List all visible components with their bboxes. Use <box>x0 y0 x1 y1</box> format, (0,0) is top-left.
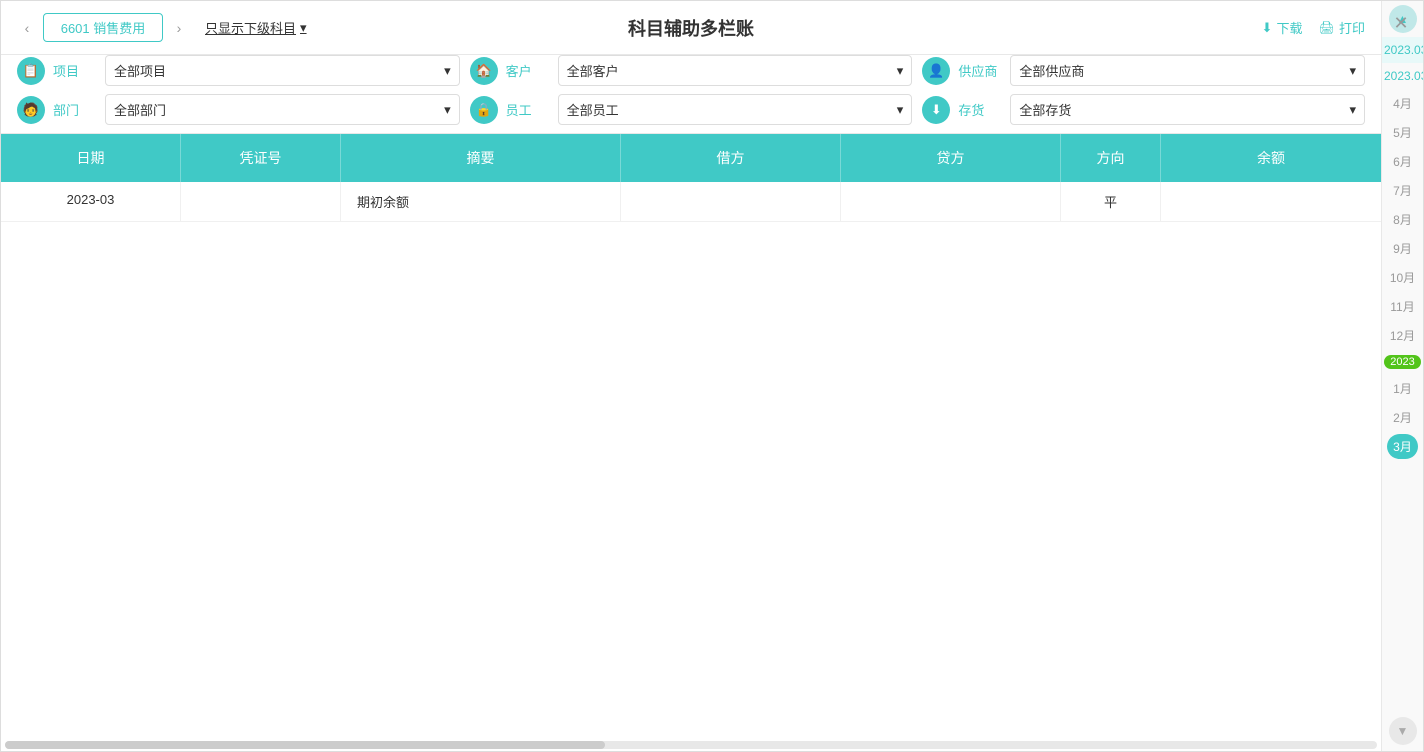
supplier-select[interactable]: 全部供应商 ▾ <box>1010 55 1365 86</box>
sidebar-period-11[interactable]: 11月 <box>1382 292 1423 321</box>
sidebar-period-6[interactable]: 6月 <box>1382 147 1423 176</box>
customer-select[interactable]: 全部客户 ▾ <box>558 55 913 86</box>
filter-row-1: 📋 项目 全部项目 ▾ 🏠 客户 全部客户 ▾ 👤 供应商 <box>1 55 1381 94</box>
stock-icon: ⬇ <box>922 96 950 124</box>
customer-select-arrow: ▾ <box>897 63 904 79</box>
sidebar-period-3-selected[interactable]: 3月 <box>1387 434 1418 459</box>
col-date: 日期 <box>1 134 181 182</box>
nav-prev-arrow[interactable]: ‹ <box>17 18 37 38</box>
sidebar-period-2[interactable]: 2月 <box>1382 403 1423 432</box>
supplier-select-value: 全部供应商 <box>1019 61 1084 80</box>
project-select-arrow: ▾ <box>444 63 451 79</box>
col-direction: 方向 <box>1061 134 1161 182</box>
employee-icon: 🔒 <box>470 96 498 124</box>
table-container: 日期 凭证号 摘要 借方 贷方 方向 余额 2023-03 期初余额 平 <box>1 133 1381 752</box>
employee-select[interactable]: 全部员工 ▾ <box>558 94 913 125</box>
customer-icon: 🏠 <box>470 57 498 85</box>
department-select-arrow: ▾ <box>444 102 451 118</box>
row-credit <box>841 182 1061 221</box>
project-icon: 📋 <box>17 57 45 85</box>
sidebar-year-badge: 2023 <box>1384 353 1420 371</box>
right-sidebar: ▲ 2023.03 2023.03 4月 5月 6月 7月 8月 9月 10月 … <box>1381 1 1423 751</box>
table-row: 2023-03 期初余额 平 <box>1 182 1381 222</box>
employee-select-arrow: ▾ <box>897 102 904 118</box>
employee-label: 员工 <box>506 100 546 119</box>
stock-select[interactable]: 全部存货 ▾ <box>1010 94 1365 125</box>
main-content: ✕ ‹ 6601 销售费用 › 只显示下级科目 ▾ 科目辅助多栏账 ⬇ 下载 🖨 <box>1 1 1381 752</box>
col-voucher: 凭证号 <box>181 134 341 182</box>
nav-next-arrow[interactable]: › <box>169 18 189 38</box>
print-button[interactable]: 🖨 打印 <box>1318 18 1365 37</box>
row-debit <box>621 182 841 221</box>
stock-select-value: 全部存货 <box>1019 100 1071 119</box>
stock-label: 存货 <box>958 100 998 119</box>
row-voucher <box>181 182 341 221</box>
department-icon: 🧑 <box>17 96 45 124</box>
filter-row-2: 🧑 部门 全部部门 ▾ 🔒 员工 全部员工 ▾ ⬇ 存货 <box>1 94 1381 133</box>
filter-department: 🧑 部门 全部部门 ▾ <box>17 94 460 125</box>
scroll-thumb[interactable] <box>5 741 605 749</box>
department-select[interactable]: 全部部门 ▾ <box>105 94 460 125</box>
sidebar-period-8[interactable]: 8月 <box>1382 205 1423 234</box>
stock-select-arrow: ▾ <box>1349 102 1356 118</box>
show-sub-dropdown[interactable]: 只显示下级科目 ▾ <box>205 18 307 37</box>
header: ‹ 6601 销售费用 › 只显示下级科目 ▾ 科目辅助多栏账 ⬇ 下载 🖨 打… <box>1 1 1381 55</box>
header-actions: ⬇ 下载 🖨 打印 <box>1262 18 1365 37</box>
sidebar-period-5[interactable]: 5月 <box>1382 118 1423 147</box>
print-label: 打印 <box>1339 18 1365 37</box>
horizontal-scrollbar[interactable] <box>1 737 1381 751</box>
download-button[interactable]: ⬇ 下载 <box>1262 18 1303 37</box>
col-credit: 贷方 <box>841 134 1061 182</box>
show-sub-label: 只显示下级科目 <box>205 18 296 37</box>
show-sub-arrow-icon: ▾ <box>300 20 307 36</box>
row-date: 2023-03 <box>1 182 181 221</box>
sidebar-period-12[interactable]: 12月 <box>1382 321 1423 350</box>
filter-supplier: 👤 供应商 全部供应商 ▾ <box>922 55 1365 86</box>
sidebar-period-2023-03-1[interactable]: 2023.03 <box>1382 37 1423 63</box>
sidebar-period-7[interactable]: 7月 <box>1382 176 1423 205</box>
row-direction: 平 <box>1061 182 1161 221</box>
close-button[interactable]: ✕ <box>1389 11 1413 35</box>
table-body: 2023-03 期初余额 平 <box>1 182 1381 222</box>
customer-label: 客户 <box>506 61 546 80</box>
sidebar-period-2023-03-2[interactable]: 2023.03 <box>1382 63 1423 89</box>
sidebar-period-10[interactable]: 10月 <box>1382 263 1423 292</box>
scroll-track <box>5 741 1377 749</box>
project-label: 项目 <box>53 61 93 80</box>
supplier-label: 供应商 <box>958 61 998 80</box>
download-label: 下载 <box>1276 18 1302 37</box>
filter-employee: 🔒 员工 全部员工 ▾ <box>470 94 913 125</box>
row-balance <box>1161 182 1381 221</box>
col-balance: 余额 <box>1161 134 1381 182</box>
project-select-value: 全部项目 <box>114 61 166 80</box>
supplier-select-arrow: ▾ <box>1349 63 1356 79</box>
table-header: 日期 凭证号 摘要 借方 贷方 方向 余额 <box>1 134 1381 182</box>
project-select[interactable]: 全部项目 ▾ <box>105 55 460 86</box>
filter-project: 📋 项目 全部项目 ▾ <box>17 55 460 86</box>
download-icon: ⬇ <box>1262 20 1273 36</box>
col-summary: 摘要 <box>341 134 621 182</box>
department-select-value: 全部部门 <box>114 100 166 119</box>
sidebar-period-1[interactable]: 1月 <box>1382 374 1423 403</box>
filter-customer: 🏠 客户 全部客户 ▾ <box>470 55 913 86</box>
sidebar-period-4[interactable]: 4月 <box>1382 89 1423 118</box>
page-title: 科目辅助多栏账 <box>628 15 754 41</box>
customer-select-value: 全部客户 <box>567 61 619 80</box>
department-label: 部门 <box>53 100 93 119</box>
row-summary: 期初余额 <box>341 182 621 221</box>
sidebar-down-arrow[interactable]: ▼ <box>1389 717 1417 745</box>
employee-select-value: 全部员工 <box>567 100 619 119</box>
filter-stock: ⬇ 存货 全部存货 ▾ <box>922 94 1365 125</box>
print-icon: 🖨 <box>1318 20 1335 36</box>
sidebar-period-9[interactable]: 9月 <box>1382 234 1423 263</box>
col-debit: 借方 <box>621 134 841 182</box>
account-code[interactable]: 6601 销售费用 <box>43 13 163 42</box>
supplier-icon: 👤 <box>922 57 950 85</box>
account-nav: ‹ 6601 销售费用 › <box>17 13 189 42</box>
